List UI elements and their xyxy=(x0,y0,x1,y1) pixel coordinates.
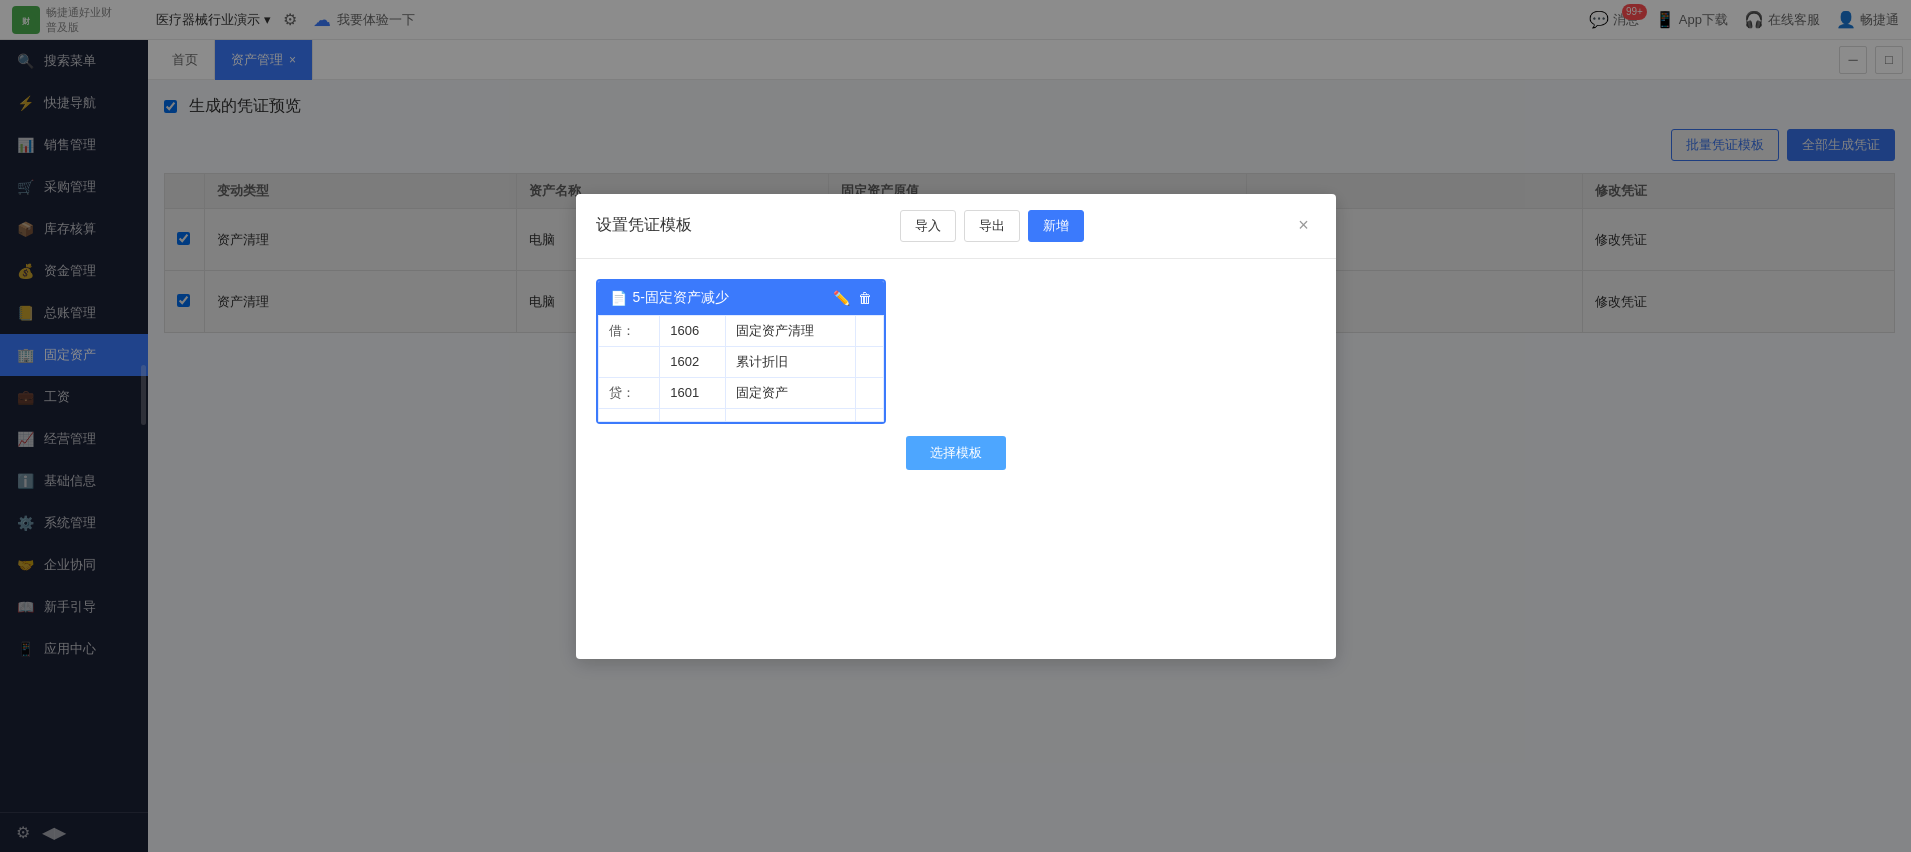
content-area: 首页 资产管理 × ─ □ 生成的凭证预览 批量凭证模板 xyxy=(148,40,1911,852)
template-doc-icon: 📄 xyxy=(610,290,627,306)
modal-title: 设置凭证模板 xyxy=(596,215,692,236)
entry3-amount xyxy=(855,377,883,408)
template-entries-table: 借： 1606 固定资产清理 1602 累计折旧 xyxy=(598,315,884,422)
template-entry-row: 借： 1606 固定资产清理 xyxy=(598,315,883,346)
entry1-code: 1606 xyxy=(660,315,726,346)
template-card: 📄 5-固定资产减少 ✏️ 🗑 xyxy=(596,279,886,424)
modal-body: 📄 5-固定资产减少 ✏️ 🗑 xyxy=(576,259,1336,659)
template-edit-icon[interactable]: ✏️ xyxy=(833,290,850,306)
template-card-actions: ✏️ 🗑 xyxy=(833,290,872,306)
new-btn[interactable]: 新增 xyxy=(1028,210,1084,242)
import-btn[interactable]: 导入 xyxy=(900,210,956,242)
modal-header: 设置凭证模板 导入 导出 新增 × xyxy=(576,194,1336,259)
entry1-name: 固定资产清理 xyxy=(725,315,855,346)
entry3-code: 1601 xyxy=(660,377,726,408)
template-body: 借： 1606 固定资产清理 1602 累计折旧 xyxy=(598,315,884,422)
entry3-name: 固定资产 xyxy=(725,377,855,408)
template-delete-icon[interactable]: 🗑 xyxy=(858,290,872,306)
entry2-name: 累计折旧 xyxy=(725,346,855,377)
export-btn[interactable]: 导出 xyxy=(964,210,1020,242)
app-container: 财 畅捷通好业财 普及版 医疗器械行业演示 ▾ ⚙ ☁ 我要体验一下 xyxy=(0,0,1911,852)
main-area: 🔍 搜索菜单 ⚡ 快捷导航 📊 销售管理 🛒 采购管理 📦 库存核算 xyxy=(0,40,1911,852)
entry1-amount xyxy=(855,315,883,346)
template-entry-row: 贷： 1601 固定资产 xyxy=(598,377,883,408)
modal-close-btn[interactable]: × xyxy=(1292,214,1316,238)
template-card-title: 📄 5-固定资产减少 xyxy=(610,289,729,307)
modal-toolbar: 导入 导出 新增 xyxy=(900,210,1084,242)
template-entry-row: 1602 累计折旧 xyxy=(598,346,883,377)
entry1-type: 借： xyxy=(598,315,660,346)
entry2-type xyxy=(598,346,660,377)
modal-overlay: 设置凭证模板 导入 导出 新增 × 📄 xyxy=(148,40,1911,852)
entry2-code: 1602 xyxy=(660,346,726,377)
template-modal: 设置凭证模板 导入 导出 新增 × 📄 xyxy=(576,194,1336,659)
entry3-type: 贷： xyxy=(598,377,660,408)
select-template-btn[interactable]: 选择模板 xyxy=(906,436,1006,470)
entry2-amount xyxy=(855,346,883,377)
template-card-header: 📄 5-固定资产减少 ✏️ 🗑 xyxy=(598,281,884,315)
template-name: 5-固定资产减少 xyxy=(633,289,729,307)
template-entry-empty-row xyxy=(598,408,883,421)
